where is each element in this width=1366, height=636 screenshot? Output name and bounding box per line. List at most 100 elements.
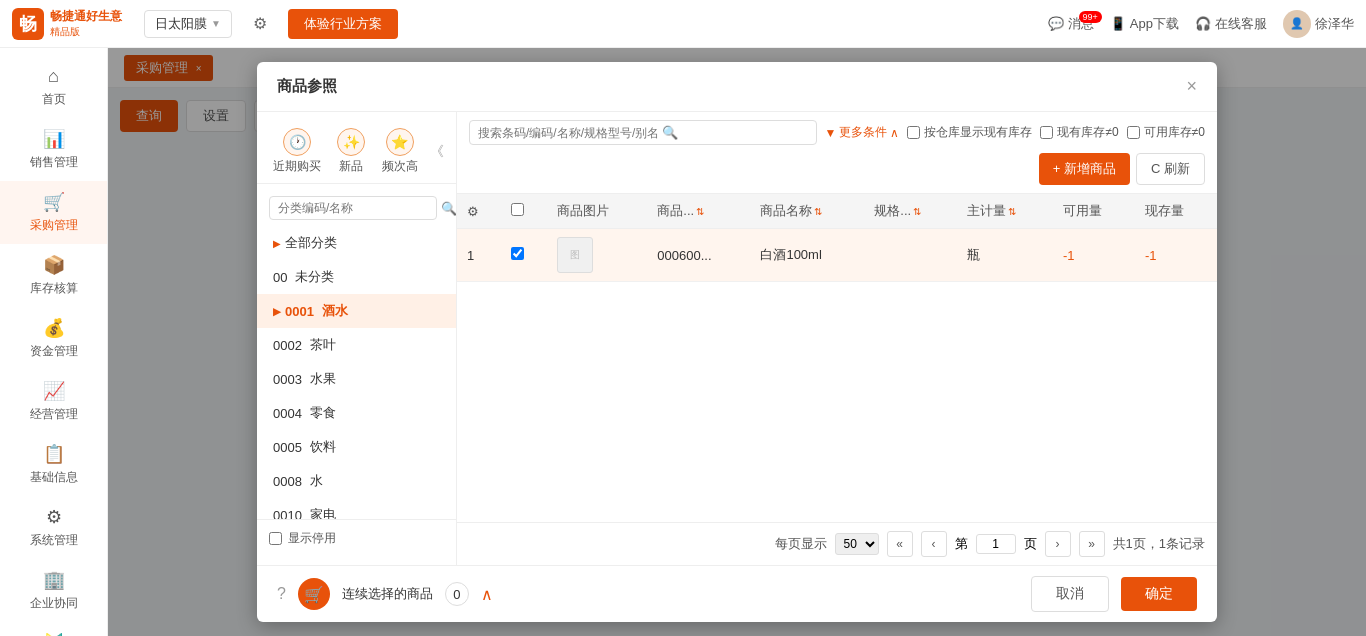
sidebar-item-enterprise[interactable]: 🏢 企业协同: [0, 559, 107, 622]
table-header: ⚙ 商品图片 商品...⇅: [457, 194, 1217, 229]
cat-appliance[interactable]: 0010 家电: [257, 498, 456, 519]
cat-beverage[interactable]: 0005 饮料: [257, 430, 456, 464]
cell-stock: -1: [1135, 229, 1217, 282]
sidebar-item-system[interactable]: ⚙ 系统管理: [0, 496, 107, 559]
page-number-input[interactable]: [976, 534, 1016, 554]
select-all-checkbox[interactable]: [511, 203, 524, 216]
refresh-table-button[interactable]: C 刷新: [1136, 153, 1205, 185]
show-disabled-checkbox[interactable]: [269, 532, 282, 545]
sales-icon: 📊: [43, 128, 65, 150]
col-available[interactable]: 可用量: [1053, 194, 1135, 229]
messages-nav-item[interactable]: 💬 消息 99: [1048, 15, 1094, 33]
row-checkbox[interactable]: [511, 247, 524, 260]
cat-tea[interactable]: 0002 茶叶: [257, 328, 456, 362]
star-icon: ⭐: [386, 128, 414, 156]
frequent-item[interactable]: ⭐ 频次高: [378, 124, 422, 179]
app-download-nav-item[interactable]: 📱 App下载: [1110, 15, 1179, 33]
col-checkbox[interactable]: [501, 194, 547, 229]
filter-button[interactable]: ▼ 更多条件 ∧: [825, 124, 900, 141]
guide-icon: 🔰: [43, 632, 65, 636]
show-by-warehouse-check[interactable]: 按仓库显示现有库存: [907, 124, 1032, 141]
sidebar: ⌂ 首页 📊 销售管理 🛒 采购管理 📦 库存核算 💰 资金管理 📈 经营管理 …: [0, 48, 108, 636]
confirm-button[interactable]: 确定: [1121, 577, 1197, 611]
category-search-input[interactable]: [269, 196, 437, 220]
user-profile[interactable]: 👤 徐泽华: [1283, 10, 1354, 38]
cat-unclassified[interactable]: 00 未分类: [257, 260, 456, 294]
add-product-button[interactable]: + 新增商品: [1039, 153, 1130, 185]
trial-button[interactable]: 体验行业方案: [288, 9, 398, 39]
cat-alcohol[interactable]: ▶ 0001 酒水: [257, 294, 456, 328]
sidebar-item-guide[interactable]: 🔰 新手引导: [0, 622, 107, 636]
cat-snack[interactable]: 0004 零食: [257, 396, 456, 430]
headset-icon: 🎧: [1195, 16, 1211, 31]
product-reference-modal: 商品参照 × 🕐 近期购买 ✨: [257, 62, 1217, 622]
sidebar-item-inventory[interactable]: 📦 库存核算: [0, 244, 107, 307]
inventory-icon: 📦: [43, 254, 65, 276]
cell-code: 000600...: [647, 229, 750, 282]
cell-name: 白酒100ml: [750, 229, 864, 282]
cancel-button[interactable]: 取消: [1031, 576, 1109, 612]
sidebar-item-basic-info[interactable]: 📋 基础信息: [0, 433, 107, 496]
per-page-select[interactable]: 50: [835, 533, 879, 555]
sidebar-item-sales[interactable]: 📊 销售管理: [0, 118, 107, 181]
product-search-input[interactable]: [478, 126, 658, 140]
cart-label: 连续选择的商品: [342, 585, 433, 603]
help-icon[interactable]: ?: [277, 585, 286, 603]
last-page-button[interactable]: »: [1079, 531, 1105, 557]
stock-checkbox[interactable]: [1040, 126, 1053, 139]
category-search-row: 🔍: [257, 190, 456, 226]
available-checkbox[interactable]: [1127, 126, 1140, 139]
col-spec[interactable]: 规格...⇅: [864, 194, 957, 229]
cat-fruit[interactable]: 0003 水果: [257, 362, 456, 396]
main-layout: ⌂ 首页 📊 销售管理 🛒 采购管理 📦 库存核算 💰 资金管理 📈 经营管理 …: [0, 48, 1366, 636]
cell-checkbox[interactable]: [501, 229, 547, 282]
system-icon: ⚙: [46, 506, 62, 528]
available-not-zero-check[interactable]: 可用库存≠0: [1127, 124, 1205, 141]
settings-icon[interactable]: ⚙: [244, 8, 276, 40]
next-page-button[interactable]: ›: [1045, 531, 1071, 557]
cart-icon: 🛒: [298, 578, 330, 610]
first-page-button[interactable]: «: [887, 531, 913, 557]
col-stock[interactable]: 现存量: [1135, 194, 1217, 229]
collapse-icon[interactable]: ∧: [481, 585, 493, 604]
filter-icon: ▼: [825, 126, 837, 140]
chevron-left-icon: 《: [430, 143, 444, 161]
product-image: 图: [557, 237, 593, 273]
stock-not-zero-check[interactable]: 现有库存≠0: [1040, 124, 1118, 141]
branch-dropdown[interactable]: 日太阳膜 ▼: [144, 10, 232, 38]
modal-close-button[interactable]: ×: [1186, 76, 1197, 97]
modal-overlay: 商品参照 × 🕐 近期购买 ✨: [108, 48, 1366, 636]
sidebar-item-purchase[interactable]: 🛒 采购管理: [0, 181, 107, 244]
new-product-item[interactable]: ✨ 新品: [333, 124, 369, 179]
page-unit-label: 页: [1024, 535, 1037, 553]
logo-text: 畅捷通好生意 精品版: [50, 8, 122, 39]
modal-toolbar: 🔍 ▼ 更多条件 ∧ 按仓库显示现有库存: [457, 112, 1217, 194]
online-service-nav-item[interactable]: 🎧 在线客服: [1195, 15, 1267, 33]
col-name[interactable]: 商品名称⇅: [750, 194, 864, 229]
search-icon[interactable]: 🔍: [662, 125, 678, 140]
cell-unit: 瓶: [957, 229, 1053, 282]
col-code[interactable]: 商品...⇅: [647, 194, 750, 229]
arrow-icon: ▶: [273, 238, 281, 249]
home-icon: ⌂: [48, 66, 59, 87]
sidebar-item-home[interactable]: ⌂ 首页: [0, 56, 107, 118]
table-row[interactable]: 1 图 000600... 白酒100ml 瓶: [457, 229, 1217, 282]
content-area: 采购管理 × 查询 设置 刷新 商品参照 ×: [108, 48, 1366, 636]
cell-spec: [864, 229, 957, 282]
cart-count: 0: [445, 582, 469, 606]
cat-all[interactable]: ▶ 全部分类: [257, 226, 456, 260]
warehouse-checkbox[interactable]: [907, 126, 920, 139]
cat-water[interactable]: 0008 水: [257, 464, 456, 498]
sidebar-item-finance[interactable]: 💰 资金管理: [0, 307, 107, 370]
purchase-icon: 🛒: [43, 191, 65, 213]
sidebar-item-operations[interactable]: 📈 经营管理: [0, 370, 107, 433]
prev-page-button[interactable]: ‹: [921, 531, 947, 557]
avatar: 👤: [1283, 10, 1311, 38]
category-search-icon[interactable]: 🔍: [441, 201, 457, 216]
col-settings[interactable]: ⚙: [457, 194, 501, 229]
product-table: ⚙ 商品图片 商品...⇅: [457, 194, 1217, 282]
recent-purchase-item[interactable]: 🕐 近期购买: [269, 124, 325, 179]
collapse-panel-btn[interactable]: 《: [430, 124, 444, 179]
col-unit[interactable]: 主计量⇅: [957, 194, 1053, 229]
cat-arrow-icon: ▶: [273, 306, 281, 317]
